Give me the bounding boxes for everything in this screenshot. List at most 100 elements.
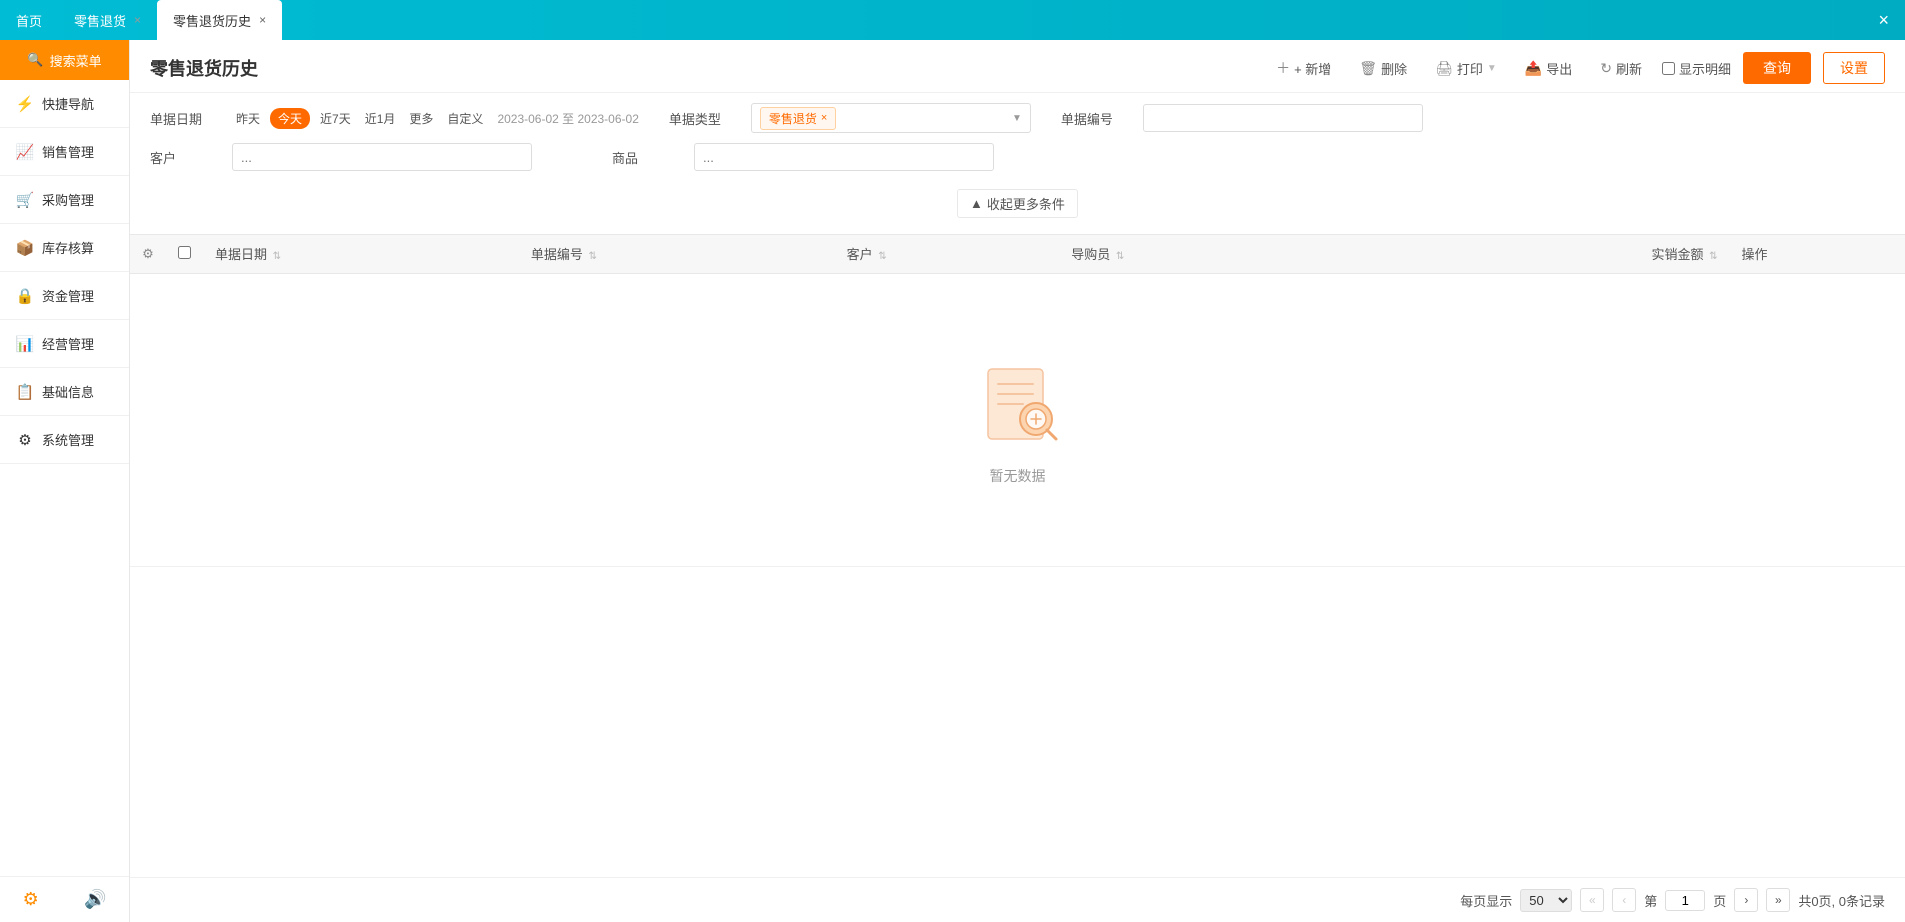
sidebar-item-sales-label: 销售管理 [42,142,94,161]
sidebar-bottom: ⚙ 🔊 [0,876,129,922]
refresh-button[interactable]: ↻ 刷新 [1592,55,1650,82]
page-header: 零售退货历史 ＋ + 新增 🗑 删除 🖨 打印 ▼ 📤 导出 [130,40,1905,93]
sidebar-item-inventory[interactable]: 📦 库存核算 [0,224,129,272]
sidebar-item-quick-nav[interactable]: ⚡ 快捷导航 [0,80,129,128]
delete-icon: 🗑 [1359,60,1377,77]
sidebar-item-finance[interactable]: 🔒 资金管理 [0,272,129,320]
export-button[interactable]: 📤 导出 [1517,55,1580,82]
tab-retail-return-history-label: 零售退货历史 [173,11,251,30]
page-size-select[interactable]: 10 20 50 100 [1520,889,1572,912]
last-page-button[interactable]: » [1766,888,1790,912]
type-select-box[interactable]: 零售退货 × ▼ [751,103,1031,133]
pagination-total: 共0页, 0条记录 [1798,891,1885,910]
print-label: 打印 [1457,59,1483,78]
query-button[interactable]: 查询 [1743,52,1811,84]
filter-section: 单据日期 昨天 今天 近7天 近1月 更多 自定义 2023-06-02 至 2… [130,93,1905,234]
sidebar-item-system[interactable]: ⚙ 系统管理 [0,416,129,464]
customer-input[interactable] [232,143,532,171]
date-last7[interactable]: 近7天 [316,108,355,129]
refresh-icon: ↻ [1600,60,1612,77]
refresh-label: 刷新 [1616,59,1642,78]
page-size-label: 每页显示 [1460,891,1512,910]
content-area: 零售退货历史 ＋ + 新增 🗑 删除 🖨 打印 ▼ 📤 导出 [130,40,1905,922]
guide-sort-icon[interactable]: ⇅ [1116,251,1124,262]
date-sort-icon[interactable]: ⇅ [273,251,281,262]
number-input[interactable] [1143,104,1423,132]
page-number-input[interactable] [1665,890,1705,911]
collapse-button[interactable]: ▲ 收起更多条件 [957,189,1078,218]
toolbar: ＋ + 新增 🗑 删除 🖨 打印 ▼ 📤 导出 ↻ [1268,52,1885,84]
th-customer-label: 客户 [847,247,873,262]
add-button[interactable]: ＋ + 新增 [1268,54,1339,82]
date-more[interactable]: 更多 [405,108,437,129]
number-sort-icon[interactable]: ⇅ [588,251,596,262]
customer-filter-group: 客户 [150,143,532,171]
window-close-button[interactable]: × [1878,10,1889,31]
page-title: 零售退货历史 [150,55,258,81]
sidebar-item-system-label: 系统管理 [42,430,94,449]
sales-icon: 📈 [16,143,34,161]
tab-home[interactable]: 首页 [0,0,58,40]
sidebar-item-finance-label: 资金管理 [42,286,94,305]
tab-retail-return-history[interactable]: 零售退货历史 × [157,0,282,40]
operations-icon: 📊 [16,335,34,353]
select-all-checkbox[interactable] [178,246,191,259]
next-page-button[interactable]: › [1734,888,1758,912]
collapse-label: 收起更多条件 [987,194,1065,213]
customer-sort-icon[interactable]: ⇅ [878,251,886,262]
page-label: 页 [1713,891,1726,910]
goods-filter-label: 商品 [612,148,682,167]
show-detail-checkbox-label[interactable]: 显示明细 [1662,59,1731,78]
th-checkbox[interactable] [166,235,203,273]
audio-icon[interactable]: 🔊 [84,889,106,910]
inventory-icon: 📦 [16,239,34,257]
prev-page-button[interactable]: ‹ [1612,888,1636,912]
sidebar-item-purchase-mgmt[interactable]: 🛒 采购管理 [0,176,129,224]
th-amount-label: 实销金额 [1651,247,1703,262]
sidebar-item-purchase-label: 采购管理 [42,190,94,209]
date-last-month[interactable]: 近1月 [361,108,400,129]
amount-sort-icon[interactable]: ⇅ [1709,251,1717,262]
sidebar-search-label: 搜索菜单 [50,51,102,70]
system-icon: ⚙ [16,431,34,449]
date-yesterday[interactable]: 昨天 [232,108,264,129]
type-tag-remove[interactable]: × [821,112,827,124]
print-button[interactable]: 🖨 打印 ▼ [1427,55,1505,82]
pagination: 每页显示 10 20 50 100 « ‹ 第 页 › » 共0页, 0条记录 [130,877,1905,922]
type-chevron-icon: ▼ [1012,113,1022,124]
empty-state: 暂无数据 [130,274,1905,566]
th-settings[interactable]: ⚙ [130,235,166,273]
type-tag: 零售退货 × [760,107,836,130]
tab-retail-return[interactable]: 零售退货 × [58,0,157,40]
delete-label: 删除 [1381,59,1407,78]
th-amount: 实销金额 ⇅ [1414,235,1730,273]
data-table: ⚙ 单据日期 ⇅ 单据编号 ⇅ 客户 [130,235,1905,567]
sidebar: 🔍 搜索菜单 ⚡ 快捷导航 📈 销售管理 🛒 采购管理 📦 库存核算 🔒 资金管… [0,40,130,922]
add-label: + 新增 [1294,59,1331,78]
goods-input[interactable] [694,143,994,171]
tab-retail-return-history-close[interactable]: × [259,13,266,27]
date-today[interactable]: 今天 [270,108,310,129]
settings-gear-icon[interactable]: ⚙ [23,889,39,910]
sidebar-search[interactable]: 🔍 搜索菜单 [0,40,129,80]
date-filter-label: 单据日期 [150,109,220,128]
collapse-row: ▲ 收起更多条件 [150,181,1885,234]
empty-text: 暂无数据 [990,466,1046,486]
basic-info-icon: 📋 [16,383,34,401]
first-page-button[interactable]: « [1580,888,1604,912]
show-detail-checkbox[interactable] [1662,62,1675,75]
goods-filter-group: 商品 [612,143,994,171]
date-custom[interactable]: 自定义 [443,108,487,129]
date-options: 昨天 今天 近7天 近1月 更多 自定义 [232,108,487,129]
sidebar-item-operations[interactable]: 📊 经营管理 [0,320,129,368]
settings-button[interactable]: 设置 [1823,52,1885,84]
tab-retail-return-close[interactable]: × [134,13,141,27]
filter-row-1: 单据日期 昨天 今天 近7天 近1月 更多 自定义 2023-06-02 至 2… [150,103,1885,133]
tab-retail-return-label: 零售退货 [74,11,126,30]
th-action: 操作 [1730,235,1905,273]
filter-row-2: 客户 商品 [150,143,1885,171]
customer-filter-label: 客户 [150,148,220,167]
delete-button[interactable]: 🗑 删除 [1351,55,1415,82]
sidebar-item-basic-info[interactable]: 📋 基础信息 [0,368,129,416]
sidebar-item-sales-mgmt[interactable]: 📈 销售管理 [0,128,129,176]
